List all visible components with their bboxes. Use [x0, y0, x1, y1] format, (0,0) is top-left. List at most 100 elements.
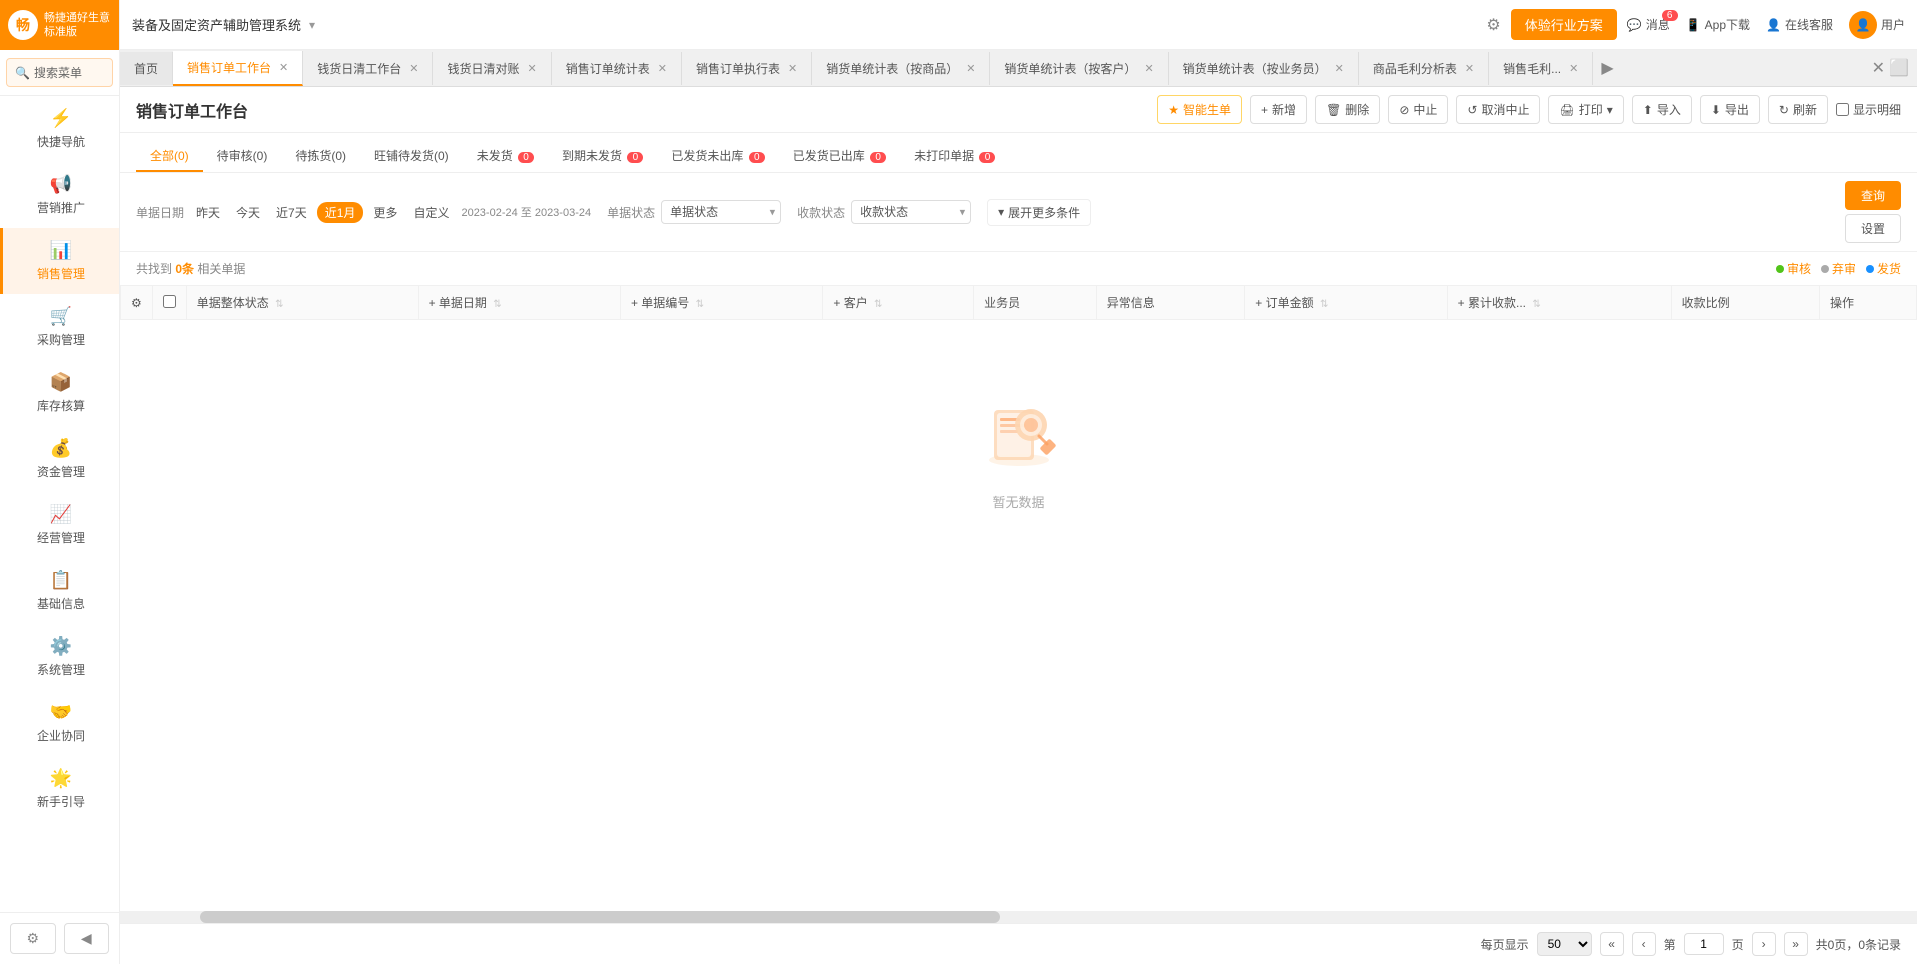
tab-close-icon[interactable]: ✕	[1144, 62, 1153, 75]
tab-profit-analysis[interactable]: 商品毛利分析表 ✕	[1359, 52, 1489, 85]
sort-icon[interactable]: ⇅	[1320, 299, 1328, 310]
page-first-button[interactable]: «	[1600, 932, 1624, 956]
query-button[interactable]: 查询	[1845, 181, 1901, 210]
date-option-today[interactable]: 今天	[230, 202, 266, 223]
tab-close-icon[interactable]: ✕	[788, 62, 797, 75]
status-tab-wangpu-ship[interactable]: 旺铺待发货(0)	[360, 141, 463, 172]
tab-cash-reconcile[interactable]: 钱货日清对账 ✕	[433, 52, 551, 85]
sidebar-item-sales[interactable]: 📊 销售管理	[0, 228, 119, 294]
message-button[interactable]: 💬 消息 6	[1627, 16, 1670, 33]
money-icon: 💰	[50, 438, 72, 459]
expand-filter-button[interactable]: ▾ 展开更多条件	[987, 199, 1091, 226]
table-header: ⚙ 单据整体状态 ⇅ + 单据日期 ⇅ + 单据编号 ⇅	[121, 286, 1917, 320]
tab-sales-staff[interactable]: 销货单统计表（按业务员） ✕	[1169, 52, 1359, 85]
status-tab-all[interactable]: 全部(0)	[136, 141, 203, 172]
status-tab-not-printed[interactable]: 未打印单据 0	[900, 141, 1009, 172]
delete-button[interactable]: 🗑 删除	[1315, 95, 1380, 124]
add-label: 新增	[1272, 101, 1296, 118]
sidebar-item-guide[interactable]: 🌟 新手引导	[0, 756, 119, 822]
status-select[interactable]: 单据状态	[661, 200, 781, 224]
sidebar-item-system[interactable]: ⚙️ 系统管理	[0, 624, 119, 690]
sort-icon[interactable]: ⇅	[493, 299, 501, 310]
th-settings[interactable]: ⚙	[121, 286, 153, 320]
status-tab-pending-audit[interactable]: 待审核(0)	[203, 141, 282, 172]
sidebar-item-purchase[interactable]: 🛒 采购管理	[0, 294, 119, 360]
sort-icon[interactable]: ⇅	[874, 299, 882, 310]
date-option-custom[interactable]: 自定义	[407, 202, 455, 223]
sidebar-item-collab[interactable]: 🤝 企业协同	[0, 690, 119, 756]
online-service-button[interactable]: 👤 在线客服	[1766, 16, 1833, 33]
user-menu-button[interactable]: 👤 用户	[1849, 11, 1905, 39]
tab-close-icon[interactable]: ✕	[409, 62, 418, 75]
sort-icon[interactable]: ⇅	[696, 299, 704, 310]
smart-create-button[interactable]: ★ 智能生单	[1157, 95, 1242, 124]
sort-icon[interactable]: ⇅	[275, 299, 283, 310]
ship-action-button[interactable]: 发货	[1866, 260, 1901, 277]
revoke-action-button[interactable]: 弃审	[1821, 260, 1856, 277]
tab-sales-exec[interactable]: 销售订单执行表 ✕	[682, 52, 812, 85]
sidebar-item-marketing[interactable]: 📢 营销推广	[0, 162, 119, 228]
sidebar-item-inventory[interactable]: 📦 库存核算	[0, 360, 119, 426]
table-info-bar: 共找到 0条 相关单据 审核 弃审 发货	[120, 252, 1917, 285]
suspend-button[interactable]: ⊘ 中止	[1388, 95, 1448, 124]
import-button[interactable]: ⬆ 导入	[1632, 95, 1692, 124]
search-menu-button[interactable]: 🔍 搜索菜单	[6, 58, 113, 87]
date-option-more[interactable]: 更多	[367, 202, 403, 223]
horizontal-scrollbar-thumb[interactable]	[200, 911, 1000, 923]
tab-close-icon[interactable]: ✕	[1569, 62, 1578, 75]
date-option-1month[interactable]: 近1月	[317, 202, 364, 223]
date-option-yesterday[interactable]: 昨天	[190, 202, 226, 223]
tab-sales-workbench[interactable]: 销售订单工作台 ✕	[173, 51, 303, 86]
sidebar-settings-button[interactable]: ⚙	[10, 923, 56, 954]
tab-maximize-icon[interactable]: ⬜	[1889, 58, 1909, 78]
page-prev-button[interactable]: ‹	[1632, 932, 1656, 956]
page-input[interactable]	[1684, 933, 1724, 955]
payment-select[interactable]: 收款状态	[851, 200, 971, 224]
tab-nav-more[interactable]: ▶	[1593, 50, 1621, 86]
select-all-checkbox[interactable]	[163, 295, 176, 308]
status-tab-pending-pick[interactable]: 待拣货(0)	[281, 141, 360, 172]
horizontal-scrollbar[interactable]	[120, 911, 1917, 923]
tab-close-icon[interactable]: ✕	[1465, 62, 1474, 75]
tab-close-icon[interactable]: ✕	[528, 62, 537, 75]
per-page-select[interactable]: 50 100 200	[1537, 932, 1592, 956]
cancel-suspend-button[interactable]: ↺ 取消中止	[1456, 95, 1540, 124]
status-tab-overdue-ship[interactable]: 到期未发货 0	[548, 141, 657, 172]
show-detail-checkbox[interactable]: 显示明细	[1836, 101, 1901, 118]
status-tab-shipped-not-out[interactable]: 已发货未出库 0	[657, 141, 778, 172]
status-tab-shipped-out[interactable]: 已发货已出库 0	[779, 141, 900, 172]
page-next-button[interactable]: ›	[1752, 932, 1776, 956]
tab-close-icon[interactable]: ✕	[658, 62, 667, 75]
sidebar-item-finance[interactable]: 💰 资金管理	[0, 426, 119, 492]
experience-button[interactable]: 体验行业方案	[1511, 9, 1617, 40]
refresh-button[interactable]: ↻ 刷新	[1768, 95, 1828, 124]
sidebar-item-management[interactable]: 📈 经营管理	[0, 492, 119, 558]
tab-sales-stats[interactable]: 销售订单统计表 ✕	[552, 52, 682, 85]
page-last-button[interactable]: »	[1784, 932, 1808, 956]
tab-sales-product[interactable]: 销货单统计表（按商品） ✕	[812, 52, 990, 85]
sidebar-item-quick-nav[interactable]: ⚡ 快捷导航	[0, 96, 119, 162]
th-checkbox[interactable]	[152, 286, 186, 320]
tab-sales-profit[interactable]: 销售毛利... ✕	[1489, 52, 1593, 85]
app-download-button[interactable]: 📱 App下载	[1686, 16, 1750, 33]
status-tab-not-shipped[interactable]: 未发货 0	[463, 141, 548, 172]
tab-cash-daily[interactable]: 钱货日清工作台 ✕	[303, 52, 433, 85]
export-button[interactable]: ⬇ 导出	[1700, 95, 1760, 124]
tab-close-icon[interactable]: ✕	[279, 61, 288, 74]
add-button[interactable]: + 新增	[1250, 95, 1307, 124]
date-option-7days[interactable]: 近7天	[270, 202, 313, 223]
print-button[interactable]: 🖨 打印 ▾	[1548, 95, 1623, 124]
tab-close-icon[interactable]: ✕	[966, 62, 975, 75]
show-detail-input[interactable]	[1836, 103, 1849, 116]
settings-icon[interactable]: ⚙	[1486, 15, 1500, 35]
print-label: 打印	[1579, 101, 1603, 118]
tab-close-all-icon[interactable]: ✕	[1872, 58, 1885, 78]
sort-icon[interactable]: ⇅	[1532, 299, 1540, 310]
sidebar-collapse-button[interactable]: ◀	[64, 923, 110, 954]
tab-home[interactable]: 首页	[120, 52, 173, 85]
setting-button[interactable]: 设置	[1845, 214, 1901, 243]
tab-close-icon[interactable]: ✕	[1335, 62, 1344, 75]
audit-action-button[interactable]: 审核	[1776, 260, 1811, 277]
sidebar-item-basic-info[interactable]: 📋 基础信息	[0, 558, 119, 624]
tab-sales-customer[interactable]: 销货单统计表（按客户） ✕	[990, 52, 1168, 85]
